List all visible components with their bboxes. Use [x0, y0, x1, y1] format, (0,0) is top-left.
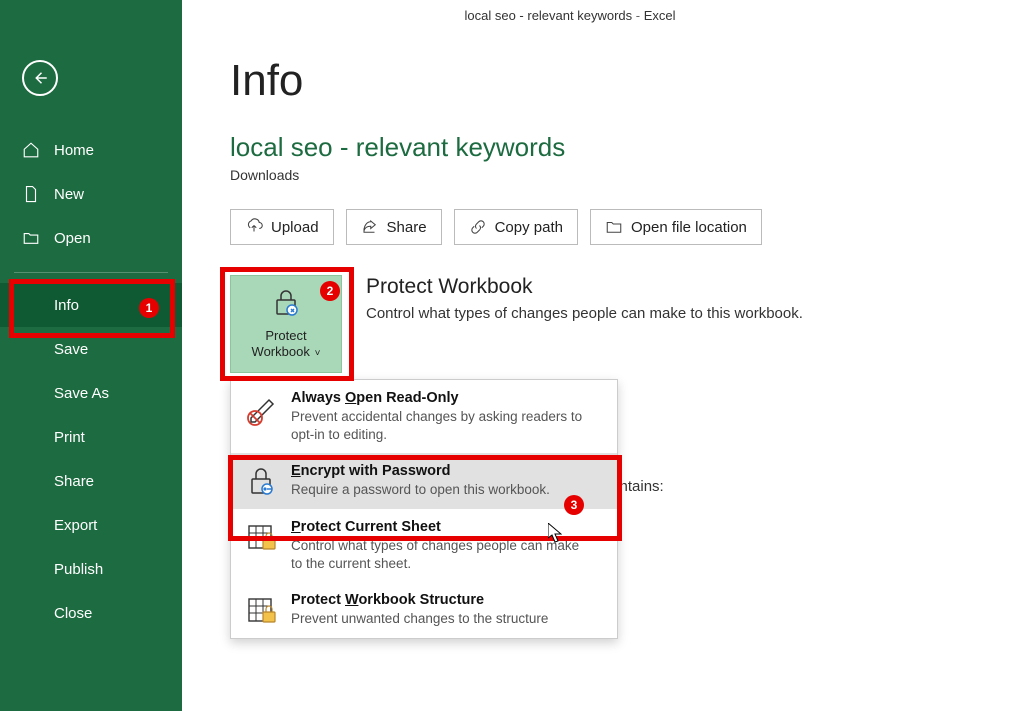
- nav-share-label: Share: [54, 473, 94, 490]
- new-file-icon: [22, 185, 40, 203]
- nav-open[interactable]: Open: [0, 216, 182, 260]
- protect-workbook-icon: [269, 288, 303, 322]
- title-bar: local seo - relevant keywords - Excel: [230, 8, 910, 23]
- menu-encrypt[interactable]: Encrypt with Password Require a password…: [231, 453, 617, 509]
- nav-home[interactable]: Home: [0, 128, 182, 172]
- nav-save-label: Save: [54, 341, 88, 358]
- share-button[interactable]: Share: [346, 209, 442, 245]
- open-location-button[interactable]: Open file location: [590, 209, 762, 245]
- copy-path-label: Copy path: [495, 219, 563, 236]
- annotation-badge-1: 1: [139, 298, 159, 318]
- action-row: Upload Share Copy path Open file locatio…: [230, 209, 1024, 245]
- nav-print-label: Print: [54, 429, 85, 446]
- copy-path-icon: [469, 218, 487, 236]
- nav-save[interactable]: Save: [0, 327, 182, 371]
- protect-structure-icon: [243, 592, 281, 628]
- upload-icon: [245, 218, 263, 236]
- file-name: local seo - relevant keywords: [230, 132, 1024, 163]
- menu-read-only-title: Always Open Read-Only: [291, 390, 591, 406]
- nav-close-label: Close: [54, 605, 92, 622]
- nav-new-label: New: [54, 186, 84, 203]
- nav-publish[interactable]: Publish: [0, 547, 182, 591]
- title-doc: local seo - relevant keywords: [465, 8, 633, 23]
- protect-card-line2: Workbook: [252, 344, 310, 359]
- protect-section-desc: Control what types of changes people can…: [366, 305, 803, 322]
- nav-divider: [14, 272, 168, 273]
- nav-export[interactable]: Export: [0, 503, 182, 547]
- copy-path-button[interactable]: Copy path: [454, 209, 578, 245]
- nav-save-as-label: Save As: [54, 385, 109, 402]
- home-icon: [22, 141, 40, 159]
- protect-card-line1: Protect: [265, 328, 306, 343]
- annotation-badge-3: 3: [564, 495, 584, 515]
- nav-close[interactable]: Close: [0, 591, 182, 635]
- protect-section-title: Protect Workbook: [366, 275, 803, 299]
- back-button[interactable]: [22, 60, 58, 96]
- nav-home-label: Home: [54, 142, 94, 159]
- menu-protect-structure[interactable]: Protect Workbook Structure Prevent unwan…: [231, 582, 617, 638]
- title-app: Excel: [644, 8, 676, 23]
- encrypt-icon: [243, 463, 281, 499]
- menu-read-only[interactable]: Always Open Read-Only Prevent accidental…: [231, 380, 617, 453]
- menu-encrypt-desc: Require a password to open this workbook…: [291, 481, 550, 499]
- nav-publish-label: Publish: [54, 561, 103, 578]
- menu-protect-structure-title: Protect Workbook Structure: [291, 592, 548, 608]
- nav-open-label: Open: [54, 230, 91, 247]
- folder-path[interactable]: Downloads: [230, 167, 1024, 183]
- backstage-sidebar: Home New Open Info Save Save As Print Sh…: [0, 0, 182, 711]
- nav-new[interactable]: New: [0, 172, 182, 216]
- menu-encrypt-title: Encrypt with Password: [291, 463, 550, 479]
- menu-protect-structure-desc: Prevent unwanted changes to the structur…: [291, 610, 548, 628]
- open-folder-icon: [22, 229, 40, 247]
- nav-export-label: Export: [54, 517, 97, 534]
- menu-protect-sheet-desc: Control what types of changes people can…: [291, 537, 591, 572]
- nav-info-label: Info: [54, 297, 79, 314]
- folder-icon: [605, 218, 623, 236]
- read-only-icon: [243, 390, 281, 443]
- info-heading: Info: [230, 56, 1024, 106]
- upload-label: Upload: [271, 219, 319, 236]
- share-icon: [361, 218, 379, 236]
- annotation-badge-2: 2: [320, 281, 340, 301]
- nav-save-as[interactable]: Save As: [0, 371, 182, 415]
- share-label: Share: [387, 219, 427, 236]
- chevron-down-icon: ˅: [312, 348, 321, 359]
- protect-sheet-icon: [243, 519, 281, 572]
- protect-workbook-menu: Always Open Read-Only Prevent accidental…: [230, 379, 618, 639]
- title-sep: -: [632, 8, 644, 23]
- nav-print[interactable]: Print: [0, 415, 182, 459]
- back-arrow-icon: [31, 69, 49, 87]
- nav-share[interactable]: Share: [0, 459, 182, 503]
- menu-protect-sheet[interactable]: Protect Current Sheet Control what types…: [231, 509, 617, 582]
- open-location-label: Open file location: [631, 219, 747, 236]
- menu-read-only-desc: Prevent accidental changes by asking rea…: [291, 408, 591, 443]
- menu-protect-sheet-title: Protect Current Sheet: [291, 519, 591, 535]
- info-pane: local seo - relevant keywords - Excel In…: [182, 0, 1024, 711]
- upload-button[interactable]: Upload: [230, 209, 334, 245]
- mouse-cursor-icon: [548, 523, 562, 543]
